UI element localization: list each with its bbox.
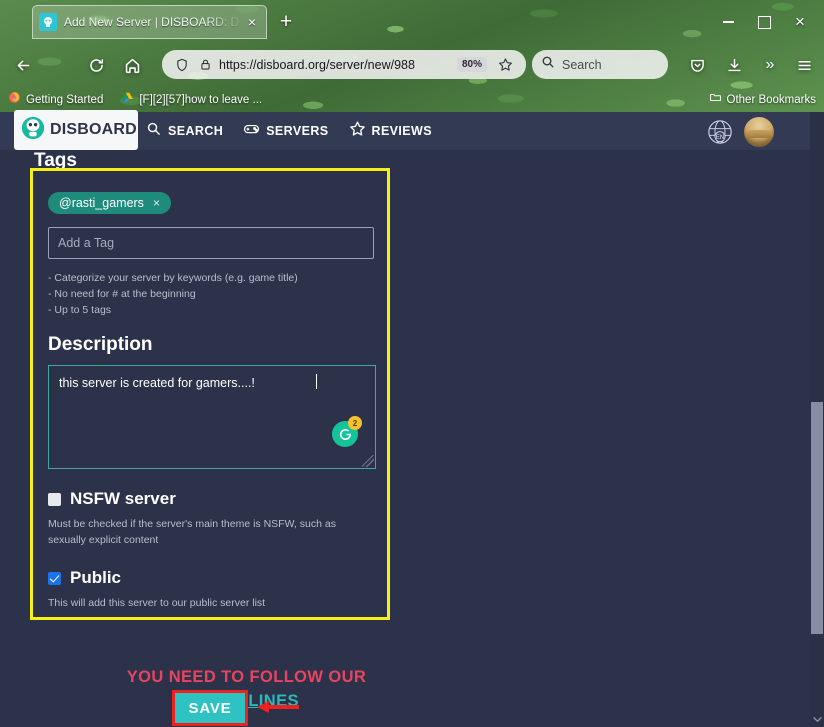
- red-left-arrow-icon: [257, 701, 299, 713]
- public-checkbox[interactable]: [48, 571, 61, 585]
- other-bookmarks-label: Other Bookmarks: [726, 93, 816, 106]
- nsfw-note: Must be checked if the server's main the…: [48, 518, 336, 546]
- search-icon: [146, 121, 162, 142]
- browser-window: Add New Server | DISBOARD: D × + × https…: [0, 0, 824, 727]
- grammarly-badge: 2: [348, 416, 362, 430]
- tab-strip: Add New Server | DISBOARD: D × + ×: [0, 0, 824, 44]
- tag-hint: - Up to 5 tags: [48, 304, 112, 316]
- nsfw-checkbox[interactable]: [48, 492, 61, 506]
- bookmark-label: Getting Started: [26, 93, 104, 106]
- bookmark-getting-started[interactable]: Getting Started: [8, 91, 103, 109]
- search-bar[interactable]: Search: [532, 50, 668, 79]
- globe-language-icon[interactable]: EN: [706, 118, 734, 146]
- page-content: DISBOARD SEARCH SERVERS REVIEWS EN Tags …: [0, 110, 824, 727]
- description-textarea[interactable]: [48, 365, 376, 469]
- tag-chip-label: @rasti_gamers: [59, 196, 144, 210]
- hamburger-menu-icon[interactable]: [791, 52, 817, 78]
- nav-label: SERVERS: [266, 124, 329, 138]
- other-bookmarks-button[interactable]: Other Bookmarks: [709, 91, 816, 109]
- text-caret: [316, 374, 317, 389]
- search-icon: [541, 55, 555, 74]
- site-navbar: DISBOARD SEARCH SERVERS REVIEWS EN: [0, 110, 810, 150]
- nav-item-reviews[interactable]: REVIEWS: [349, 120, 432, 142]
- save-button-wrapper: SAVE: [172, 690, 248, 726]
- site-nav-items: SEARCH SERVERS REVIEWS: [146, 112, 432, 150]
- disboard-logo-icon: [20, 115, 46, 146]
- tags-section-title: Tags: [34, 150, 77, 171]
- nsfw-checkbox-row[interactable]: NSFW server: [48, 489, 377, 509]
- search-placeholder: Search: [562, 57, 602, 72]
- nav-item-search[interactable]: SEARCH: [146, 121, 223, 142]
- window-minimize-button[interactable]: [710, 10, 746, 34]
- textarea-resize-handle[interactable]: [362, 455, 374, 467]
- description-wrapper: 2: [48, 365, 376, 469]
- star-icon[interactable]: [498, 57, 513, 72]
- site-navbar-right: EN: [706, 117, 774, 147]
- pocket-icon[interactable]: [684, 52, 710, 78]
- firefox-icon: [8, 91, 21, 109]
- tag-hint: - Categorize your server by keywords (e.…: [48, 272, 298, 284]
- drive-icon: [121, 91, 134, 109]
- gamepad-icon: [243, 120, 260, 142]
- lock-icon: [199, 58, 212, 71]
- window-close-button[interactable]: ×: [782, 10, 818, 34]
- page-scrollbar-track[interactable]: [810, 112, 824, 727]
- description-section-title: Description: [48, 334, 153, 355]
- svg-text:EN: EN: [716, 135, 724, 141]
- zoom-level-badge[interactable]: 80%: [456, 57, 487, 72]
- nsfw-label: NSFW server: [70, 489, 176, 508]
- tab-title: Add New Server | DISBOARD: D: [64, 15, 240, 29]
- address-bar[interactable]: https://disboard.org/server/new/988 80%: [162, 50, 526, 79]
- tags-hints: - Categorize your server by keywords (e.…: [48, 270, 377, 318]
- user-avatar[interactable]: [744, 117, 774, 147]
- tags-area: @rasti_gamers × - Categorize your server…: [34, 180, 391, 615]
- overflow-menu-icon[interactable]: »: [757, 52, 783, 78]
- disboard-logo[interactable]: DISBOARD: [14, 110, 138, 150]
- bookmark-how-to-leave[interactable]: [F][2][57]how to leave ...: [121, 91, 262, 109]
- public-checkbox-row[interactable]: Public: [48, 568, 377, 588]
- disboard-favicon-icon: [39, 13, 57, 31]
- download-icon[interactable]: [721, 52, 747, 78]
- window-maximize-button[interactable]: [746, 10, 782, 34]
- page-scrollbar-thumb[interactable]: [811, 402, 823, 634]
- scrollbar-down-arrow-icon[interactable]: [810, 711, 824, 727]
- save-button[interactable]: SAVE: [172, 690, 248, 726]
- add-tag-input[interactable]: [48, 227, 374, 259]
- window-controls: ×: [710, 10, 818, 34]
- folder-icon: [709, 91, 722, 109]
- tag-hint: - No need for # at the beginning: [48, 288, 196, 300]
- grammarly-icon[interactable]: 2: [332, 416, 362, 447]
- bookmarks-bar: Getting Started [F][2][57]how to leave .…: [0, 87, 824, 112]
- new-server-form: Tags @rasti_gamers × - Categorize your s…: [34, 150, 391, 710]
- tag-remove-icon[interactable]: ×: [153, 196, 160, 210]
- nav-label: REVIEWS: [371, 124, 432, 138]
- nav-item-servers[interactable]: SERVERS: [243, 120, 328, 142]
- bookmark-label: [F][2][57]how to leave ...: [139, 93, 263, 106]
- public-label: Public: [70, 568, 122, 587]
- back-arrow-icon[interactable]: [10, 52, 36, 78]
- browser-tab[interactable]: Add New Server | DISBOARD: D ×: [32, 5, 267, 39]
- home-icon[interactable]: [119, 52, 145, 78]
- follow-guidelines-text: YOU NEED TO FOLLOW OUR: [126, 668, 367, 686]
- star-icon: [349, 120, 366, 142]
- shield-icon: [175, 58, 189, 72]
- tag-chip[interactable]: @rasti_gamers ×: [48, 192, 171, 214]
- nav-label: SEARCH: [168, 124, 224, 138]
- reload-icon[interactable]: [83, 52, 109, 78]
- disboard-logo-text: DISBOARD: [50, 121, 137, 138]
- tab-close-icon[interactable]: ×: [244, 14, 260, 30]
- new-tab-button[interactable]: +: [276, 11, 296, 32]
- url-text: https://disboard.org/server/new/988: [219, 57, 415, 72]
- public-note: This will add this server to our public …: [48, 597, 266, 609]
